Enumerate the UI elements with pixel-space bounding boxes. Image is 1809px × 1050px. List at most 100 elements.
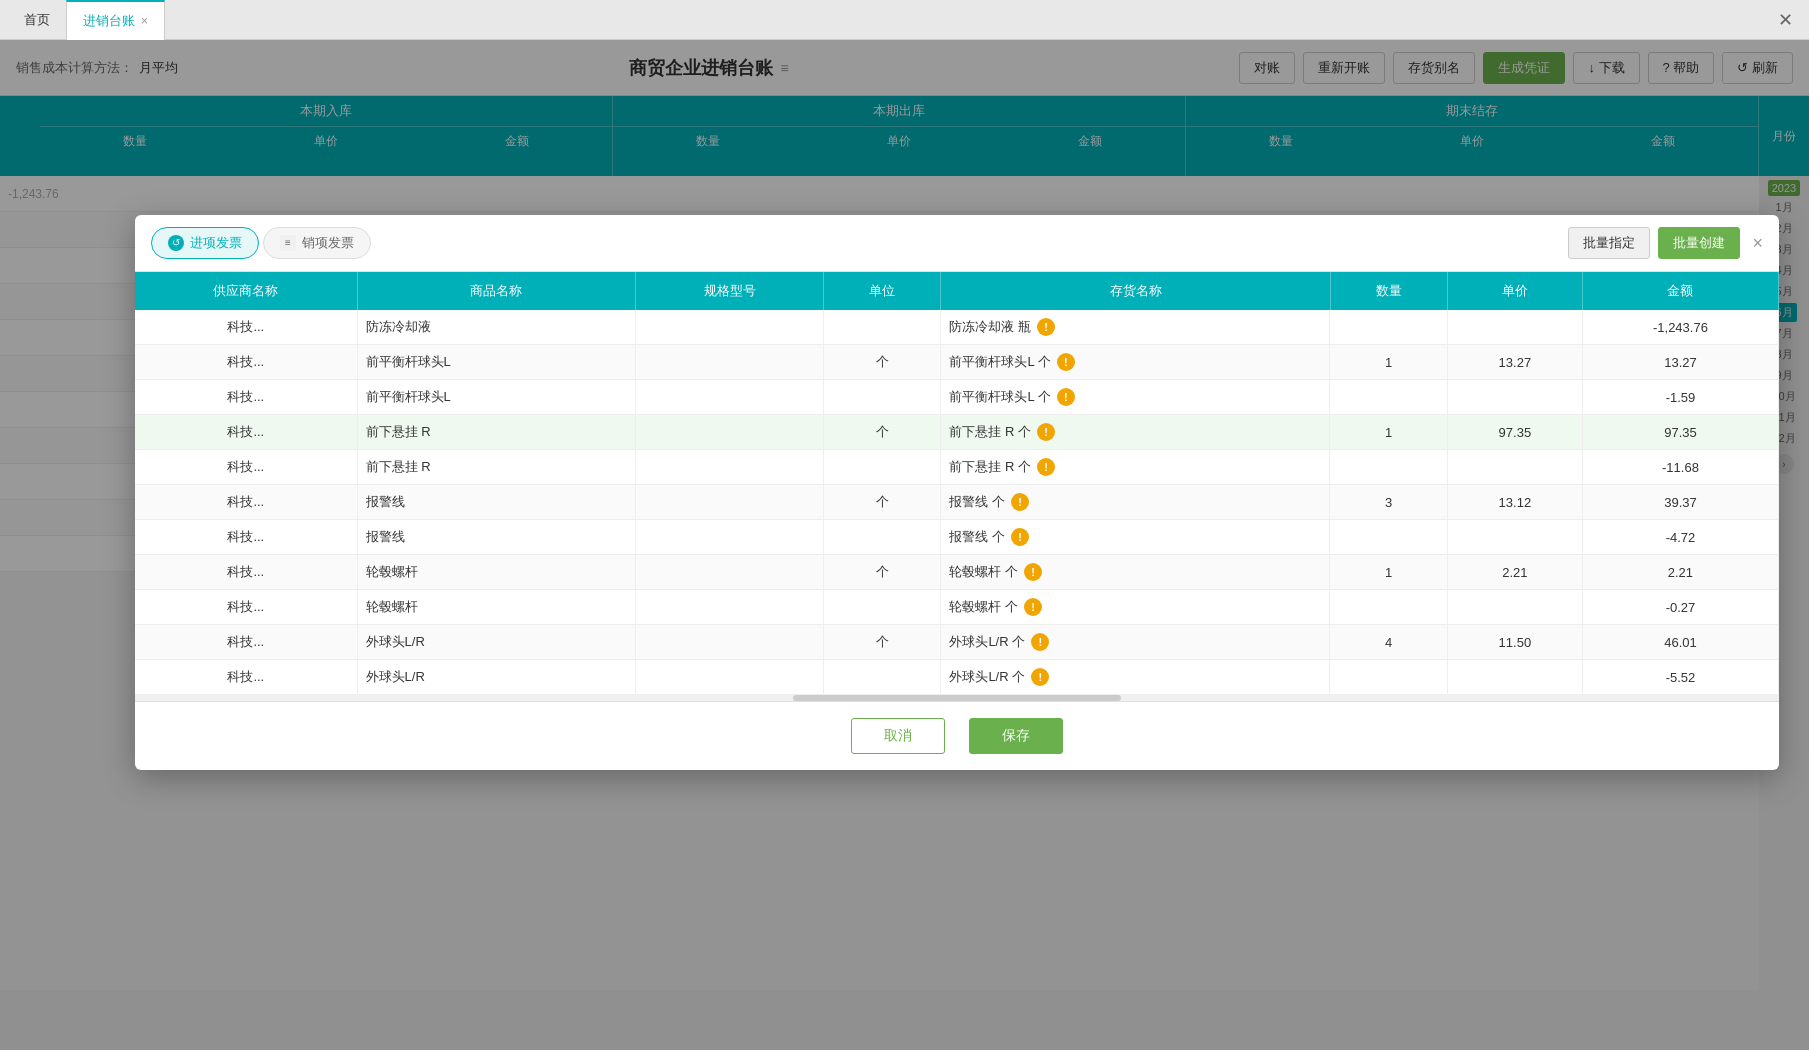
- cell-1-2: [636, 345, 824, 380]
- table-row[interactable]: 科技...报警线报警线 个!-4.72: [135, 520, 1779, 555]
- cell-2-7: -1.59: [1582, 380, 1778, 415]
- table-row[interactable]: 科技...轮毂螺杆个轮毂螺杆 个!12.212.21: [135, 555, 1779, 590]
- cell-7-1: 轮毂螺杆: [357, 555, 636, 590]
- table-row[interactable]: 科技...前平衡杆球头L个前平衡杆球头L 个!113.2713.27: [135, 345, 1779, 380]
- modal-table: 供应商名称 商品名称 规格型号 单位 存货名称 数量 单价 金额 科技...防冻…: [135, 272, 1779, 695]
- batch-create-button[interactable]: 批量创建: [1658, 227, 1740, 259]
- batch-assign-button[interactable]: 批量指定: [1568, 227, 1650, 259]
- cell-6-1: 报警线: [357, 520, 636, 555]
- cell-6-3: [824, 520, 941, 555]
- cell-3-4: 前下悬挂 R 个!: [941, 415, 1330, 449]
- col-product: 商品名称: [357, 272, 636, 310]
- table-row[interactable]: 科技...前平衡杆球头L前平衡杆球头L 个!-1.59: [135, 380, 1779, 415]
- cell-9-6: 11.50: [1447, 625, 1582, 660]
- cell-5-6: 13.12: [1447, 485, 1582, 520]
- col-inventory: 存货名称: [941, 272, 1330, 310]
- cell-5-5: 3: [1330, 485, 1447, 520]
- cell-8-7: -0.27: [1582, 590, 1778, 625]
- cell-10-5: [1330, 660, 1447, 695]
- horizontal-scrollbar[interactable]: [135, 695, 1779, 701]
- cell-1-0: 科技...: [135, 345, 357, 380]
- table-row[interactable]: 科技...报警线个报警线 个!313.1239.37: [135, 485, 1779, 520]
- col-qty: 数量: [1330, 272, 1447, 310]
- warning-icon: !: [1031, 668, 1049, 686]
- cell-5-4: 报警线 个!: [941, 485, 1330, 519]
- cell-6-6: [1447, 520, 1582, 555]
- cell-0-0: 科技...: [135, 310, 357, 345]
- cell-8-1: 轮毂螺杆: [357, 590, 636, 625]
- cell-9-0: 科技...: [135, 625, 357, 660]
- cell-10-3: [824, 660, 941, 695]
- cell-3-1: 前下悬挂 R: [357, 415, 636, 450]
- cell-1-5: 1: [1330, 345, 1447, 380]
- cell-8-3: [824, 590, 941, 625]
- tab-inbound-invoice[interactable]: ↺ 进项发票: [151, 227, 259, 259]
- cell-9-2: [636, 625, 824, 660]
- cell-5-3: 个: [824, 485, 941, 520]
- table-row[interactable]: 科技...前下悬挂 R前下悬挂 R 个!-11.68: [135, 450, 1779, 485]
- table-body: 科技...防冻冷却液防冻冷却液 瓶!-1,243.76科技...前平衡杆球头L个…: [135, 310, 1779, 695]
- cell-6-4: 报警线 个!: [941, 520, 1330, 554]
- table-row[interactable]: 科技...前下悬挂 R个前下悬挂 R 个!197.3597.35: [135, 415, 1779, 450]
- modal-header: ↺ 进项发票 ≡ 销项发票 批量指定 批量创建 ×: [135, 215, 1779, 272]
- cell-10-7: -5.52: [1582, 660, 1778, 695]
- cell-7-3: 个: [824, 555, 941, 590]
- outbound-tab-icon: ≡: [280, 235, 296, 251]
- warning-icon: !: [1024, 563, 1042, 581]
- cell-3-2: [636, 415, 824, 450]
- tab-ledger-label: 进销台账: [83, 12, 135, 30]
- cell-8-5: [1330, 590, 1447, 625]
- cell-5-1: 报警线: [357, 485, 636, 520]
- cell-0-5: [1330, 310, 1447, 345]
- table-row[interactable]: 科技...外球头L/R外球头L/R 个!-5.52: [135, 660, 1779, 695]
- modal-footer: 取消 保存: [135, 701, 1779, 770]
- main-area: 销售成本计算方法： 月平均 商贸企业进销台账 ≡ 对账 重新开账 存货别名 生成…: [0, 40, 1809, 1050]
- cell-10-4: 外球头L/R 个!: [941, 660, 1330, 694]
- cell-0-1: 防冻冷却液: [357, 310, 636, 345]
- table-row[interactable]: 科技...轮毂螺杆轮毂螺杆 个!-0.27: [135, 590, 1779, 625]
- cell-0-7: -1,243.76: [1582, 310, 1778, 345]
- cell-6-7: -4.72: [1582, 520, 1778, 555]
- cell-3-7: 97.35: [1582, 415, 1778, 450]
- cell-9-7: 46.01: [1582, 625, 1778, 660]
- cell-3-6: 97.35: [1447, 415, 1582, 450]
- cell-1-3: 个: [824, 345, 941, 380]
- table-row[interactable]: 科技...防冻冷却液 防冻冷却液 瓶! -1,243.76: [135, 310, 1779, 345]
- warning-icon: !: [1057, 388, 1075, 406]
- top-tab-bar: 首页 进销台账 × ✕: [0, 0, 1809, 40]
- table-row[interactable]: 科技...外球头L/R个外球头L/R 个!411.5046.01: [135, 625, 1779, 660]
- scrollbar-thumb: [793, 695, 1122, 701]
- cell-8-6: [1447, 590, 1582, 625]
- cell-8-2: [636, 590, 824, 625]
- window-close-button[interactable]: ✕: [1769, 4, 1801, 36]
- cell-5-2: [636, 485, 824, 520]
- col-supplier: 供应商名称: [135, 272, 357, 310]
- cell-3-5: 1: [1330, 415, 1447, 450]
- cell-9-1: 外球头L/R: [357, 625, 636, 660]
- cell-9-3: 个: [824, 625, 941, 660]
- tab-home[interactable]: 首页: [8, 0, 66, 40]
- cell-8-0: 科技...: [135, 590, 357, 625]
- inbound-tab-icon: ↺: [168, 235, 184, 251]
- warning-icon: !: [1037, 458, 1055, 476]
- tab-close-icon[interactable]: ×: [141, 14, 148, 28]
- modal-header-actions: 批量指定 批量创建: [1568, 227, 1740, 259]
- cell-2-6: [1447, 380, 1582, 415]
- tab-ledger[interactable]: 进销台账 ×: [66, 0, 165, 40]
- cell-9-4: 外球头L/R 个!: [941, 625, 1330, 659]
- cell-4-0: 科技...: [135, 450, 357, 485]
- cancel-button[interactable]: 取消: [851, 718, 945, 754]
- modal-close-button[interactable]: ×: [1752, 233, 1763, 254]
- save-button[interactable]: 保存: [969, 718, 1063, 754]
- outbound-tab-label: 销项发票: [302, 234, 354, 252]
- cell-10-6: [1447, 660, 1582, 695]
- cell-0-4: 防冻冷却液 瓶!: [941, 310, 1330, 344]
- col-unit: 单位: [824, 272, 941, 310]
- cell-2-4: 前平衡杆球头L 个!: [941, 380, 1330, 414]
- cell-0-3: [824, 310, 941, 345]
- cell-1-7: 13.27: [1582, 345, 1778, 380]
- tab-outbound-invoice[interactable]: ≡ 销项发票: [263, 227, 371, 259]
- col-unit-price: 单价: [1447, 272, 1582, 310]
- tab-home-label: 首页: [24, 11, 50, 29]
- cell-5-7: 39.37: [1582, 485, 1778, 520]
